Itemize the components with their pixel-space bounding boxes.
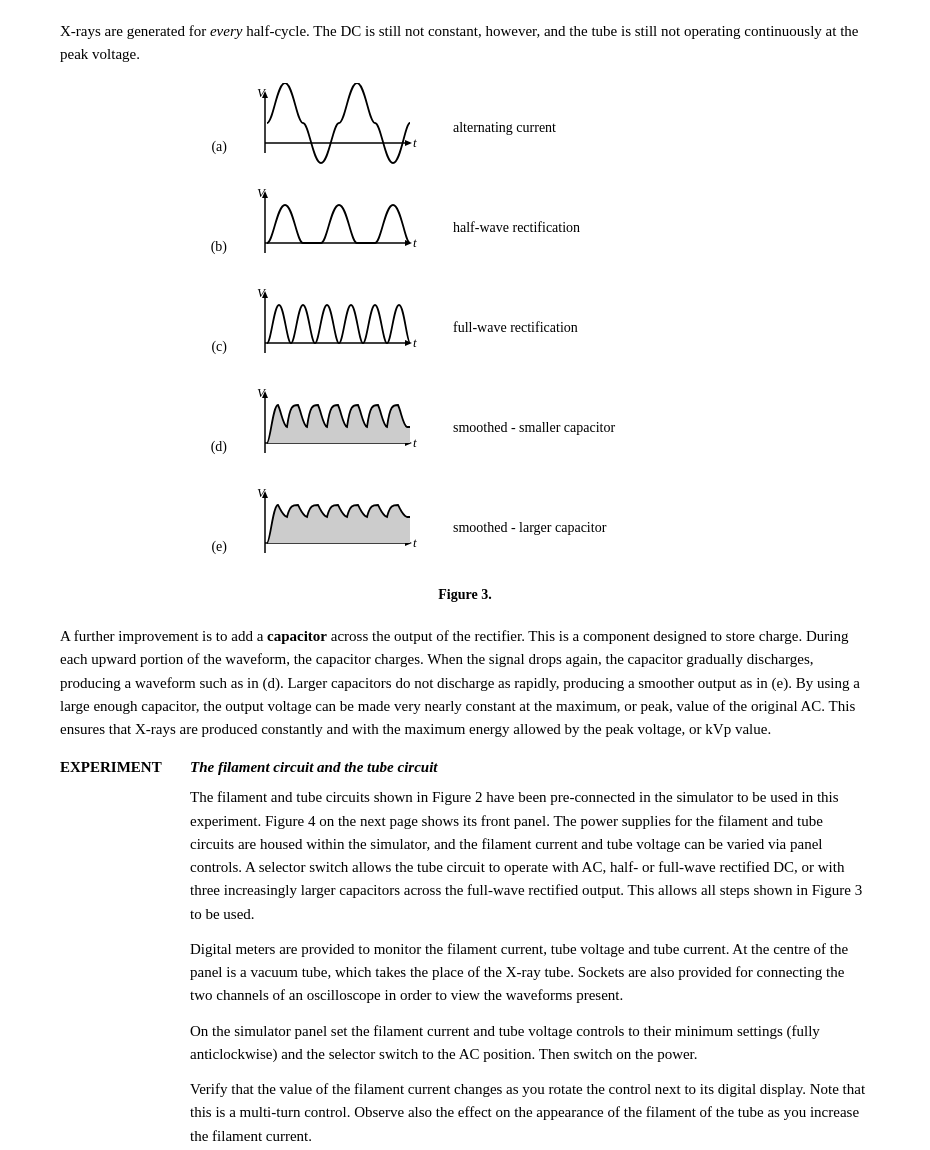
waveform-desc-d: smoothed - smaller capacitor bbox=[435, 420, 615, 436]
waveform-row-a: (a) t V al bbox=[185, 83, 745, 173]
svg-text:t: t bbox=[413, 135, 417, 150]
waveform-label-a: (a) bbox=[185, 139, 235, 173]
waveform-label-d: (d) bbox=[185, 439, 235, 473]
experiment-para-4: Verify that the value of the filament cu… bbox=[190, 1078, 870, 1148]
experiment-label: EXPERIMENT bbox=[60, 759, 190, 1150]
experiment-title: The filament circuit and the tube circui… bbox=[190, 759, 870, 776]
experiment-para-1: The filament and tube circuits shown in … bbox=[190, 786, 870, 926]
page: X-rays are generated for every half-cycl… bbox=[0, 20, 930, 1150]
experiment-para-2: Digital meters are provided to monitor t… bbox=[190, 938, 870, 1008]
figure-3-container: (a) t V al bbox=[60, 83, 870, 619]
waveform-desc-c: full-wave rectification bbox=[435, 320, 578, 336]
svg-text:t: t bbox=[413, 535, 417, 550]
svg-marker-3 bbox=[405, 140, 412, 146]
waveform-row-b: (b) t V half-wave rectification bbox=[185, 183, 745, 273]
waveform-label-c: (c) bbox=[185, 339, 235, 373]
figure-label: Figure 3. bbox=[438, 587, 491, 603]
waveform-svg-b: t V bbox=[235, 183, 435, 273]
waveform-row-d: (d) t V smoothed - smaller capacitor bbox=[185, 383, 745, 473]
waveform-svg-c: t V bbox=[235, 283, 435, 373]
experiment-section: EXPERIMENT The filament circuit and the … bbox=[60, 759, 870, 1150]
waveform-label-b: (b) bbox=[185, 239, 235, 273]
waveform-svg-e: t V bbox=[235, 483, 435, 573]
waveform-row-e: (e) t V smoothed - larger capacitor bbox=[185, 483, 745, 573]
intro-paragraph: X-rays are generated for every half-cycl… bbox=[60, 20, 870, 65]
waveform-desc-a: alternating current bbox=[435, 120, 556, 136]
waveform-label-e: (e) bbox=[185, 539, 235, 573]
experiment-para-3: On the simulator panel set the filament … bbox=[190, 1020, 870, 1067]
waveform-svg-d: t V bbox=[235, 383, 435, 473]
svg-text:t: t bbox=[413, 335, 417, 350]
capacitor-paragraph: A further improvement is to add a capaci… bbox=[60, 625, 870, 741]
waveform-desc-b: half-wave rectification bbox=[435, 220, 580, 236]
waveform-row-c: (c) t V full-wave rectification bbox=[185, 283, 745, 373]
waveform-desc-e: smoothed - larger capacitor bbox=[435, 520, 606, 536]
waveform-svg-a: t V bbox=[235, 83, 435, 173]
svg-text:t: t bbox=[413, 435, 417, 450]
experiment-content: The filament circuit and the tube circui… bbox=[190, 759, 870, 1150]
svg-text:t: t bbox=[413, 235, 417, 250]
